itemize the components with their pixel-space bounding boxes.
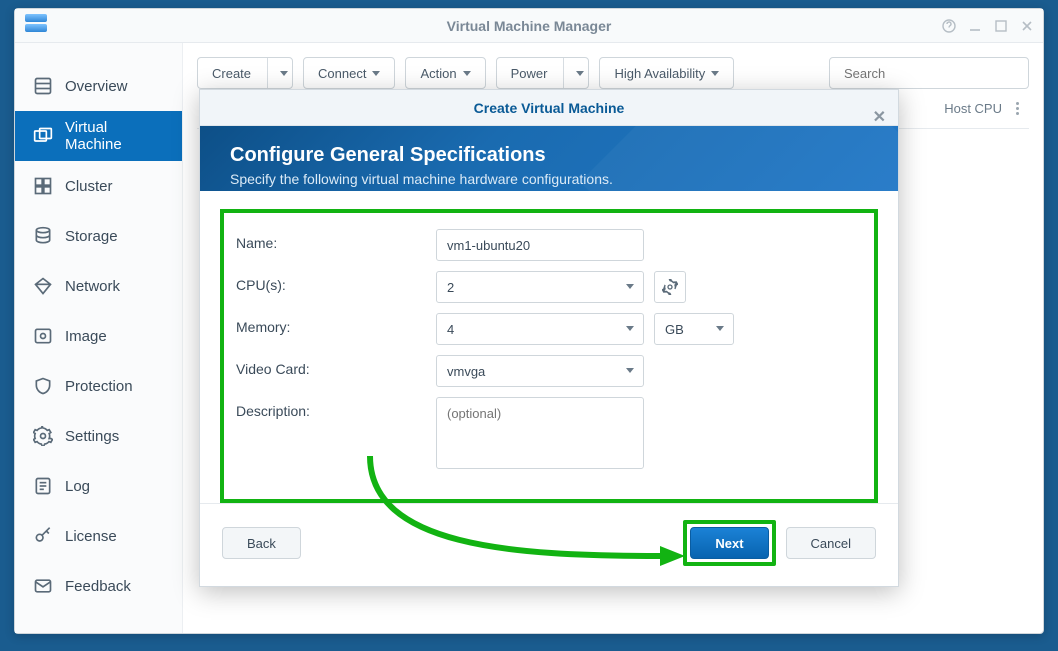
next-highlight: Next <box>683 520 775 566</box>
back-button[interactable]: Back <box>222 527 301 559</box>
protection-icon <box>33 376 53 396</box>
sidebar-item-label: Feedback <box>65 578 131 595</box>
virtual-machine-icon <box>33 126 53 146</box>
cpu-select[interactable]: 2 <box>436 271 644 303</box>
chevron-down-icon <box>711 71 719 76</box>
chevron-down-icon <box>463 71 471 76</box>
modal-title: Create Virtual Machine <box>474 100 625 116</box>
next-button[interactable]: Next <box>690 527 768 559</box>
banner-subtitle: Specify the following virtual machine ha… <box>230 171 868 187</box>
high-availability-button[interactable]: High Availability <box>599 57 734 89</box>
modal-banner: Configure General Specifications Specify… <box>200 126 898 191</box>
app-window: Virtual Machine Manager Overview Virtual… <box>14 8 1044 634</box>
titlebar: Virtual Machine Manager <box>15 9 1043 43</box>
banner-title: Configure General Specifications <box>230 144 868 167</box>
connect-button[interactable]: Connect <box>303 57 395 89</box>
overview-icon <box>33 76 53 96</box>
column-menu-icon[interactable] <box>1016 102 1019 115</box>
cancel-button[interactable]: Cancel <box>786 527 876 559</box>
modal-titlebar: Create Virtual Machine ✕ <box>200 90 898 126</box>
feedback-icon <box>33 576 53 596</box>
network-icon <box>33 276 53 296</box>
sidebar-item-network[interactable]: Network <box>15 261 182 311</box>
label-cpu: CPU(s): <box>236 271 436 293</box>
sidebar-item-label: Protection <box>65 378 133 395</box>
help-icon[interactable] <box>941 18 957 34</box>
image-icon <box>33 326 53 346</box>
chevron-down-icon <box>372 71 380 76</box>
sidebar: Overview Virtual Machine Cluster Storage… <box>15 43 183 633</box>
label-memory: Memory: <box>236 313 436 335</box>
sidebar-item-label: Image <box>65 328 107 345</box>
create-vm-modal: Create Virtual Machine ✕ Configure Gener… <box>199 89 899 587</box>
search-input[interactable] <box>838 66 1020 81</box>
sidebar-item-label: Virtual Machine <box>65 119 164 153</box>
sidebar-item-cluster[interactable]: Cluster <box>15 161 182 211</box>
sidebar-item-label: Network <box>65 278 120 295</box>
search-box[interactable] <box>829 57 1029 89</box>
power-label: Power <box>511 66 548 81</box>
connect-label: Connect <box>318 66 366 81</box>
memory-select[interactable]: 4 <box>436 313 644 345</box>
sidebar-item-virtual-machine[interactable]: Virtual Machine <box>15 111 182 161</box>
label-video: Video Card: <box>236 355 436 377</box>
settings-icon <box>33 426 53 446</box>
chevron-down-icon <box>576 71 584 76</box>
toolbar: Create Connect Action Power High Availab… <box>183 43 1043 89</box>
sidebar-item-license[interactable]: License <box>15 511 182 561</box>
sidebar-item-label: Storage <box>65 228 118 245</box>
form-highlight: Name: CPU(s): 2 Memory: 4 GB <box>220 209 878 503</box>
modal-footer: Back Next Cancel <box>200 503 898 586</box>
sidebar-item-overview[interactable]: Overview <box>15 61 182 111</box>
create-label: Create <box>212 66 251 81</box>
sidebar-item-image[interactable]: Image <box>15 311 182 361</box>
window-controls <box>941 9 1035 34</box>
sidebar-item-label: License <box>65 528 117 545</box>
label-name: Name: <box>236 229 436 251</box>
power-button[interactable]: Power <box>496 57 590 89</box>
maximize-icon[interactable] <box>993 18 1009 34</box>
sidebar-item-label: Overview <box>65 78 128 95</box>
log-icon <box>33 476 53 496</box>
sidebar-item-label: Settings <box>65 428 119 445</box>
sidebar-item-label: Cluster <box>65 178 113 195</box>
chevron-down-icon <box>280 71 288 76</box>
storage-icon <box>33 226 53 246</box>
memory-unit-select[interactable]: GB <box>654 313 734 345</box>
name-input[interactable] <box>436 229 644 261</box>
sidebar-item-log[interactable]: Log <box>15 461 182 511</box>
sidebar-item-label: Log <box>65 478 90 495</box>
app-icon <box>25 14 47 36</box>
action-label: Action <box>420 66 456 81</box>
sidebar-item-protection[interactable]: Protection <box>15 361 182 411</box>
cpu-settings-button[interactable] <box>654 271 686 303</box>
label-description: Description: <box>236 397 436 419</box>
sidebar-item-feedback[interactable]: Feedback <box>15 561 182 611</box>
video-card-select[interactable]: vmvga <box>436 355 644 387</box>
cluster-icon <box>33 176 53 196</box>
column-host-cpu[interactable]: Host CPU <box>944 101 1002 116</box>
minimize-icon[interactable] <box>967 18 983 34</box>
window-title: Virtual Machine Manager <box>447 18 612 34</box>
sidebar-item-storage[interactable]: Storage <box>15 211 182 261</box>
action-button[interactable]: Action <box>405 57 485 89</box>
description-textarea[interactable] <box>436 397 644 469</box>
ha-label: High Availability <box>614 66 705 81</box>
gear-icon <box>662 279 678 295</box>
create-button[interactable]: Create <box>197 57 293 89</box>
sidebar-item-settings[interactable]: Settings <box>15 411 182 461</box>
close-icon[interactable] <box>1019 18 1035 34</box>
license-icon <box>33 526 53 546</box>
